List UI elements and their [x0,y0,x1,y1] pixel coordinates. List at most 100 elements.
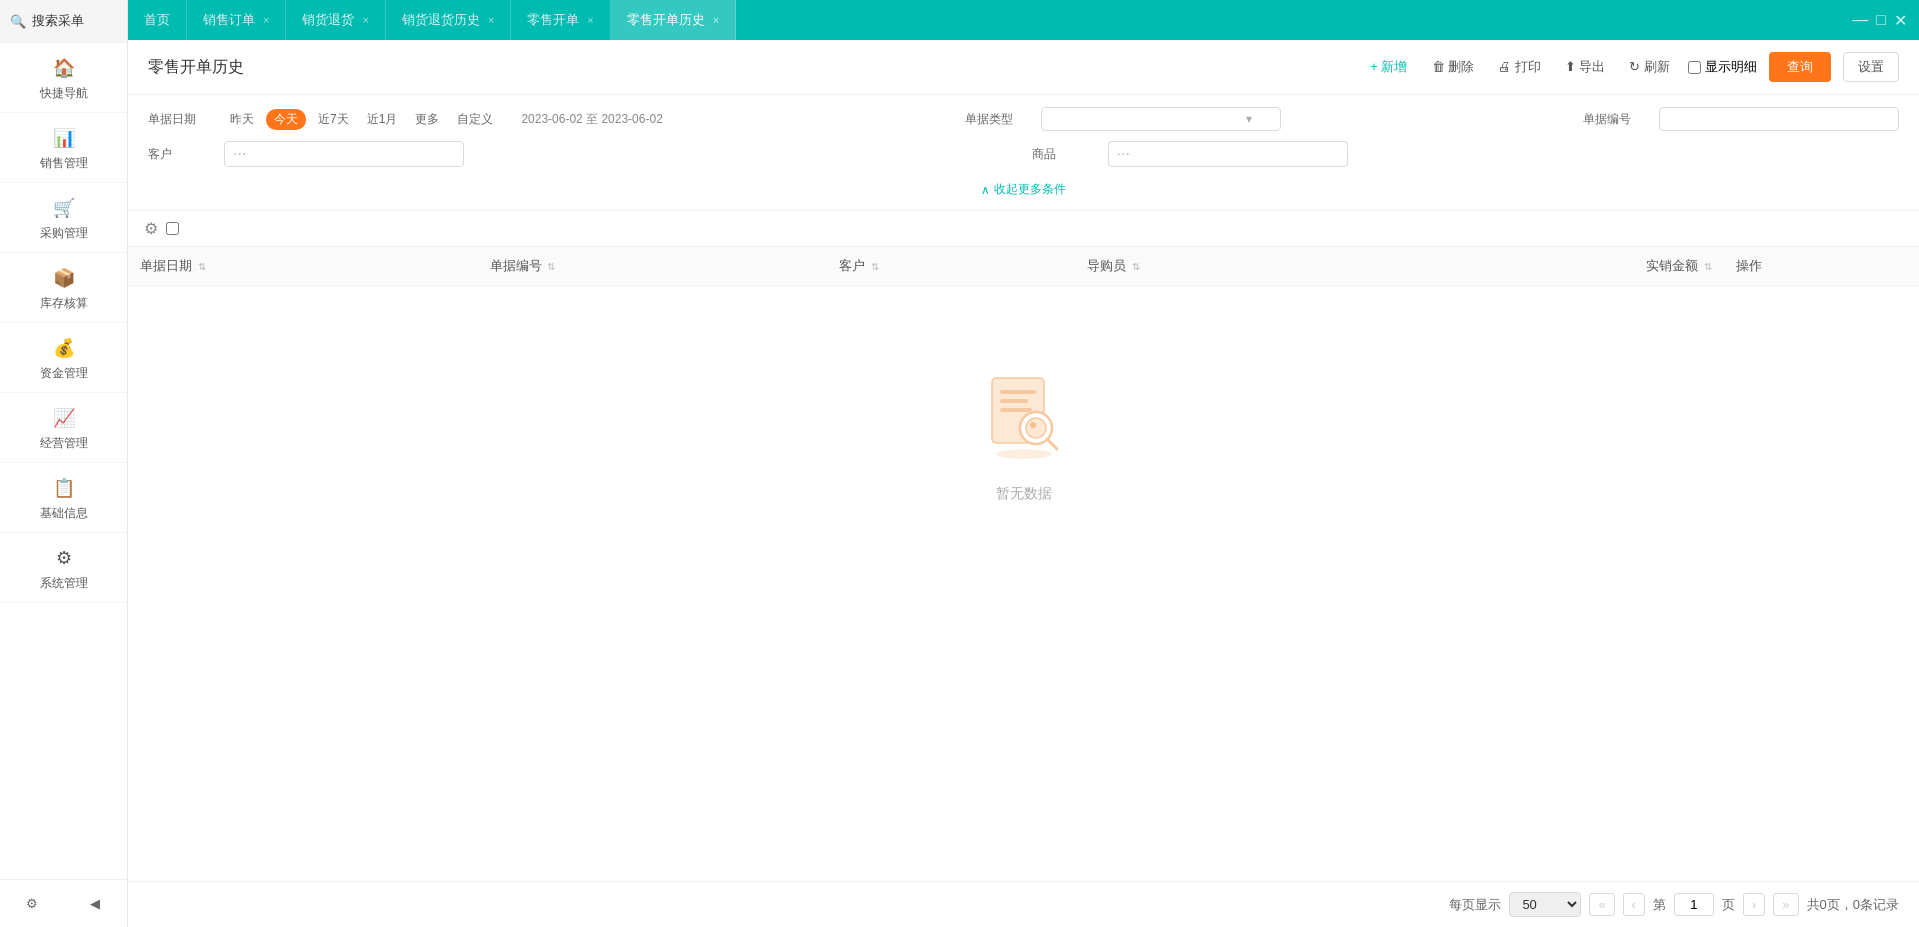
sidebar-item-sys-mgmt[interactable]: ⚙ 系统管理 [0,533,127,603]
tab-retail-open[interactable]: 零售开单× [511,0,610,40]
sidebar-item-finance-mgmt[interactable]: 💰 资金管理 [0,323,127,393]
tab-sales-order[interactable]: 销售订单× [187,0,286,40]
data-table: 单据日期 ⇅ 单据编号 ⇅ 客户 ⇅ 导购员 ⇅ [128,247,1919,286]
tab-close-sales-return[interactable]: × [362,14,368,26]
maximize-btn[interactable]: □ [1876,11,1886,29]
tab-close-sales-order[interactable]: × [263,14,269,26]
sidebar-bottom: ⚙ ◀ [0,879,127,927]
date-more[interactable]: 更多 [409,109,445,130]
select-all-checkbox[interactable] [166,222,179,235]
date-label: 单据日期 [148,111,208,128]
tab-sales-return[interactable]: 销货退货 × [286,0,385,40]
setting-button[interactable]: 设置 [1843,52,1899,82]
per-page-select[interactable]: 50 10 20 100 [1509,892,1581,917]
finance-mgmt-icon: 💰 [53,337,75,359]
purchase-mgmt-label: 采购管理 [40,225,88,242]
content-area: 零售开单历史 + 新增 🗑 删除 🖨 打印 ⬆ 导出 ↻ 刷新 显示明细 查询 … [128,40,1919,927]
table-head: 单据日期 ⇅ 单据编号 ⇅ 客户 ⇅ 导购员 ⇅ [128,247,1919,286]
settings-icon: ⚙ [26,896,38,911]
show-detail-checkbox[interactable] [1688,61,1701,74]
empty-icon [974,366,1074,469]
finance-mgmt-label: 资金管理 [40,365,88,382]
col-guide: 导购员 ⇅ [1075,247,1374,286]
tab-close-sales-return-history[interactable]: × [488,14,494,26]
minimize-btn[interactable]: — [1852,11,1868,29]
page-header: 零售开单历史 + 新增 🗑 删除 🖨 打印 ⬆ 导出 ↻ 刷新 显示明细 查询 … [128,40,1919,95]
sidebar: 🔍 搜索采单 🏠 快捷导航 📊 销售管理 🛒 采购管理 📦 库存核算 💰 资金管… [0,0,128,927]
refresh-button[interactable]: ↻ 刷新 [1623,54,1676,80]
show-detail-toggle[interactable]: 显示明细 [1688,58,1757,76]
svg-point-0 [996,449,1052,459]
tab-close-retail-open-history[interactable]: × [713,14,719,26]
goods-input[interactable]: ··· [1108,141,1348,167]
window-controls: — □ ✕ [1840,11,1919,30]
filter-area: 单据日期 昨天 今天 近7天 近1月 更多 自定义 2023-06-02 至 2… [128,95,1919,211]
basic-info-icon: 📋 [53,477,75,499]
sidebar-item-stock-calc[interactable]: 📦 库存核算 [0,253,127,323]
collapse-up-icon: ∧ [981,183,990,197]
close-btn[interactable]: ✕ [1894,11,1907,30]
date-last7[interactable]: 近7天 [312,109,355,130]
date-last1month[interactable]: 近1月 [361,109,404,130]
delete-button[interactable]: 🗑 删除 [1426,54,1481,80]
export-button[interactable]: ⬆ 导出 [1559,54,1612,80]
date-custom[interactable]: 自定义 [451,109,499,130]
sidebar-search[interactable]: 🔍 搜索采单 [0,0,127,43]
col-no: 单据编号 ⇅ [478,247,828,286]
date-today[interactable]: 今天 [266,109,306,130]
table-header-row: 单据日期 ⇅ 单据编号 ⇅ 客户 ⇅ 导购员 ⇅ [128,247,1919,286]
empty-state: 暂无数据 [128,286,1919,583]
print-button[interactable]: 🖨 打印 [1492,54,1547,80]
total-text: 共0页，0条记录 [1807,896,1899,914]
date-yesterday[interactable]: 昨天 [224,109,260,130]
next-page-btn[interactable]: › [1743,893,1765,916]
last-page-btn[interactable]: » [1773,893,1798,916]
col-no-sort[interactable]: ⇅ [547,261,555,272]
tab-sales-return-history[interactable]: 销货退货历史× [386,0,511,40]
col-amount-sort[interactable]: ⇅ [1704,261,1712,272]
query-button[interactable]: 查询 [1769,52,1831,82]
sidebar-item-basic-info[interactable]: 📋 基础信息 [0,463,127,533]
bill-type-select[interactable]: ▾ [1041,107,1281,131]
tab-retail-open-history[interactable]: 零售开单历史 × [611,0,736,40]
sidebar-search-label: 搜索采单 [32,12,84,30]
col-guide-sort[interactable]: ⇅ [1132,261,1140,272]
col-customer-sort[interactable]: ⇅ [871,261,879,272]
first-page-btn[interactable]: « [1589,893,1614,916]
col-guide-label: 导购员 [1087,258,1126,273]
sales-mgmt-icon: 📊 [53,127,75,149]
page-text: 第 [1653,896,1666,914]
customer-input[interactable]: ··· [224,141,464,167]
tab-label-sales-return: 销货退货 [302,11,354,29]
bill-type-dropdown-icon: ▾ [1246,112,1252,126]
table-settings-icon[interactable]: ⚙ [144,219,158,238]
tab-label-retail-open-history: 零售开单历史 [627,11,705,29]
sidebar-item-business-mgmt[interactable]: 📈 经营管理 [0,393,127,463]
sidebar-settings-btn[interactable]: ⚙ [0,888,64,919]
sidebar-item-purchase-mgmt[interactable]: 🛒 采购管理 [0,183,127,253]
add-button[interactable]: + 新增 [1364,54,1413,80]
page-input[interactable] [1674,893,1714,916]
pagination: 每页显示 50 10 20 100 « ‹ 第 页 › » 共0页，0条记录 [128,881,1919,927]
bill-no-input[interactable] [1659,107,1899,131]
col-date-sort[interactable]: ⇅ [198,261,206,272]
svg-point-8 [1030,422,1036,428]
table-container: ⚙ 单据日期 ⇅ 单据编号 ⇅ 客户 [128,211,1919,881]
sales-mgmt-label: 销售管理 [40,155,88,172]
tab-home[interactable]: 首页 [128,0,187,40]
customer-dots: ··· [233,146,246,162]
prev-page-btn[interactable]: ‹ [1623,893,1645,916]
quick-nav-icon: 🏠 [53,57,75,79]
col-customer: 客户 ⇅ [827,247,1075,286]
sidebar-item-sales-mgmt[interactable]: 📊 销售管理 [0,113,127,183]
col-date: 单据日期 ⇅ [128,247,478,286]
tab-close-retail-open[interactable]: × [587,14,593,26]
bill-no-label: 单据编号 [1583,111,1643,128]
sidebar-item-quick-nav[interactable]: 🏠 快捷导航 [0,43,127,113]
customer-label: 客户 [148,146,208,163]
business-mgmt-label: 经营管理 [40,435,88,452]
filter-row-1: 单据日期 昨天 今天 近7天 近1月 更多 自定义 2023-06-02 至 2… [148,107,1899,131]
collapse-icon: ◀ [90,896,100,911]
collapse-more[interactable]: ∧ 收起更多条件 [148,177,1899,202]
sidebar-collapse-btn[interactable]: ◀ [64,888,128,919]
